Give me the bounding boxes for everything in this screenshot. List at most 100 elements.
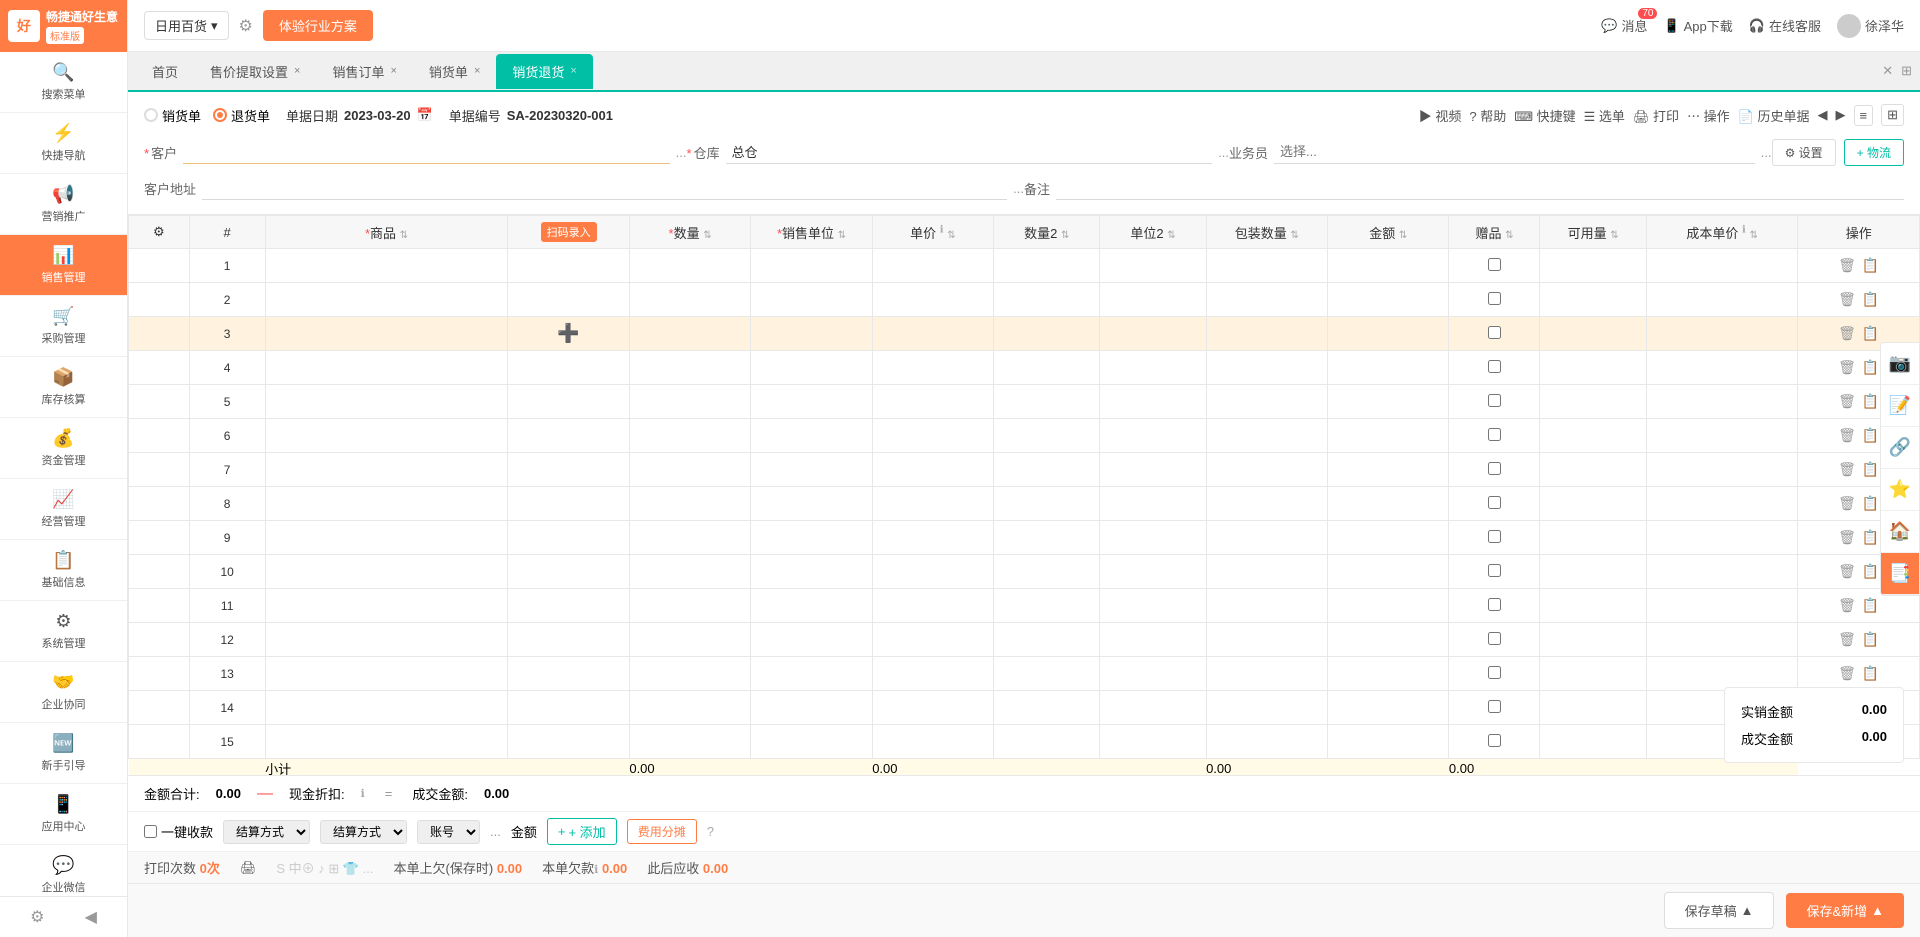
copy-row-icon[interactable]: 📋 bbox=[1862, 427, 1879, 444]
data-cell[interactable] bbox=[751, 521, 872, 555]
save-new-btn[interactable]: 保存&新增 ▲ bbox=[1786, 893, 1904, 928]
data-cell[interactable] bbox=[629, 249, 750, 283]
calc-method-select2[interactable]: 结算方式 bbox=[320, 820, 407, 844]
calc-method-select[interactable]: 结算方式 bbox=[223, 820, 310, 844]
gift-checkbox[interactable] bbox=[1488, 360, 1501, 373]
data-cell[interactable] bbox=[1328, 623, 1449, 657]
sidebar-item-operations[interactable]: 📈经营管理 bbox=[0, 479, 127, 540]
gift-checkbox[interactable] bbox=[1488, 292, 1501, 305]
data-cell[interactable] bbox=[1100, 453, 1206, 487]
gift-cell[interactable] bbox=[1449, 283, 1540, 317]
scan-enter-btn[interactable]: 扫码录入 bbox=[541, 222, 597, 242]
gift-cell[interactable] bbox=[1449, 351, 1540, 385]
gift-checkbox[interactable] bbox=[1488, 564, 1501, 577]
tab-sales-order[interactable]: 销售订单× bbox=[316, 54, 412, 89]
copy-row-icon[interactable]: 📋 bbox=[1862, 393, 1879, 410]
staff-input[interactable] bbox=[1274, 140, 1755, 164]
data-cell[interactable] bbox=[994, 623, 1100, 657]
data-cell[interactable] bbox=[751, 283, 872, 317]
warehouse-input[interactable] bbox=[726, 140, 1213, 164]
data-cell[interactable] bbox=[629, 453, 750, 487]
customer-input[interactable] bbox=[183, 140, 670, 164]
data-cell[interactable] bbox=[751, 453, 872, 487]
available-cell[interactable] bbox=[1540, 657, 1646, 691]
data-cell[interactable] bbox=[994, 521, 1100, 555]
data-cell[interactable] bbox=[1328, 725, 1449, 759]
data-cell[interactable] bbox=[1328, 521, 1449, 555]
topbar-gear-icon[interactable]: ⚙ bbox=[239, 16, 253, 36]
onepay-check-input[interactable] bbox=[144, 825, 157, 838]
available-cell[interactable] bbox=[1540, 555, 1646, 589]
sidebar-item-apps[interactable]: 📱应用中心 bbox=[0, 784, 127, 845]
cost-cell[interactable] bbox=[1646, 623, 1798, 657]
data-cell[interactable] bbox=[1206, 521, 1327, 555]
data-cell[interactable] bbox=[872, 691, 993, 725]
product-cell[interactable] bbox=[265, 453, 508, 487]
data-cell[interactable] bbox=[1100, 725, 1206, 759]
data-cell[interactable] bbox=[1206, 385, 1327, 419]
sidebar-item-finance[interactable]: 💰资金管理 bbox=[0, 418, 127, 479]
th-gear[interactable]: ⚙ bbox=[129, 216, 190, 249]
data-cell[interactable] bbox=[994, 453, 1100, 487]
data-cell[interactable] bbox=[994, 283, 1100, 317]
data-cell[interactable] bbox=[1206, 725, 1327, 759]
data-cell[interactable] bbox=[1206, 657, 1327, 691]
product-cell[interactable] bbox=[265, 691, 508, 725]
data-cell[interactable] bbox=[1328, 691, 1449, 725]
gift-cell[interactable] bbox=[1449, 589, 1540, 623]
data-cell[interactable] bbox=[1100, 283, 1206, 317]
gift-cell[interactable] bbox=[1449, 249, 1540, 283]
delete-row-icon[interactable]: 🗑 bbox=[1838, 597, 1856, 614]
sidebar-item-purchase[interactable]: 🛒采购管理 bbox=[0, 296, 127, 357]
data-cell[interactable] bbox=[629, 521, 750, 555]
tab-sales-return[interactable]: 销货退货× bbox=[496, 54, 592, 89]
data-cell[interactable] bbox=[629, 283, 750, 317]
save-draft-btn[interactable]: 保存草稿 ▲ bbox=[1664, 892, 1775, 929]
data-cell[interactable] bbox=[751, 623, 872, 657]
available-cell[interactable] bbox=[1540, 317, 1646, 351]
data-cell[interactable] bbox=[751, 657, 872, 691]
data-cell[interactable] bbox=[629, 691, 750, 725]
tab-sales[interactable]: 销货单× bbox=[413, 54, 496, 89]
gift-checkbox[interactable] bbox=[1488, 428, 1501, 441]
cost-cell[interactable] bbox=[1646, 555, 1798, 589]
online-service-btn[interactable]: 🎧 在线客服 bbox=[1749, 16, 1821, 35]
add-row-icon[interactable]: ➕ bbox=[557, 323, 579, 343]
delete-row-icon[interactable]: 🗑 bbox=[1838, 325, 1856, 342]
right-icon-note[interactable]: 📝 bbox=[1881, 385, 1919, 427]
available-cell[interactable] bbox=[1540, 453, 1646, 487]
data-cell[interactable] bbox=[751, 589, 872, 623]
data-cell[interactable] bbox=[1328, 317, 1449, 351]
customer-picker-btn[interactable]: ... bbox=[676, 145, 687, 160]
setting-btn[interactable]: ⚙ 设置 bbox=[1772, 139, 1836, 166]
sidebar-item-wechat[interactable]: 💬企业微信 bbox=[0, 845, 127, 896]
data-cell[interactable] bbox=[994, 555, 1100, 589]
operation-btn[interactable]: ⋯ 操作 bbox=[1687, 106, 1730, 125]
gift-checkbox[interactable] bbox=[1488, 666, 1501, 679]
radio-return[interactable]: 退货单 bbox=[213, 106, 270, 125]
data-cell[interactable] bbox=[1206, 351, 1327, 385]
address-input[interactable] bbox=[202, 176, 1007, 200]
data-cell[interactable] bbox=[994, 317, 1100, 351]
data-cell[interactable] bbox=[751, 385, 872, 419]
sidebar-item-search[interactable]: 🔍搜索菜单 bbox=[0, 52, 127, 113]
close-tab-price-set[interactable]: × bbox=[294, 65, 300, 77]
product-cell[interactable] bbox=[265, 725, 508, 759]
delete-row-icon[interactable]: 🗑 bbox=[1838, 291, 1856, 308]
gift-checkbox[interactable] bbox=[1488, 462, 1501, 475]
gift-cell[interactable] bbox=[1449, 487, 1540, 521]
sidebar-item-shortcut[interactable]: ⚡快捷导航 bbox=[0, 113, 127, 174]
add-logistics-btn[interactable]: + 物流 bbox=[1844, 139, 1904, 166]
cost-cell[interactable] bbox=[1646, 453, 1798, 487]
help-btn[interactable]: ? 帮助 bbox=[1469, 106, 1506, 125]
data-cell[interactable] bbox=[994, 657, 1100, 691]
data-cell[interactable] bbox=[751, 317, 872, 351]
sidebar-item-marketing[interactable]: 📢营销推广 bbox=[0, 174, 127, 235]
data-cell[interactable] bbox=[1328, 249, 1449, 283]
data-cell[interactable] bbox=[1328, 283, 1449, 317]
available-cell[interactable] bbox=[1540, 283, 1646, 317]
data-cell[interactable] bbox=[629, 555, 750, 589]
data-cell[interactable] bbox=[1206, 691, 1327, 725]
available-cell[interactable] bbox=[1540, 725, 1646, 759]
data-cell[interactable] bbox=[1100, 487, 1206, 521]
